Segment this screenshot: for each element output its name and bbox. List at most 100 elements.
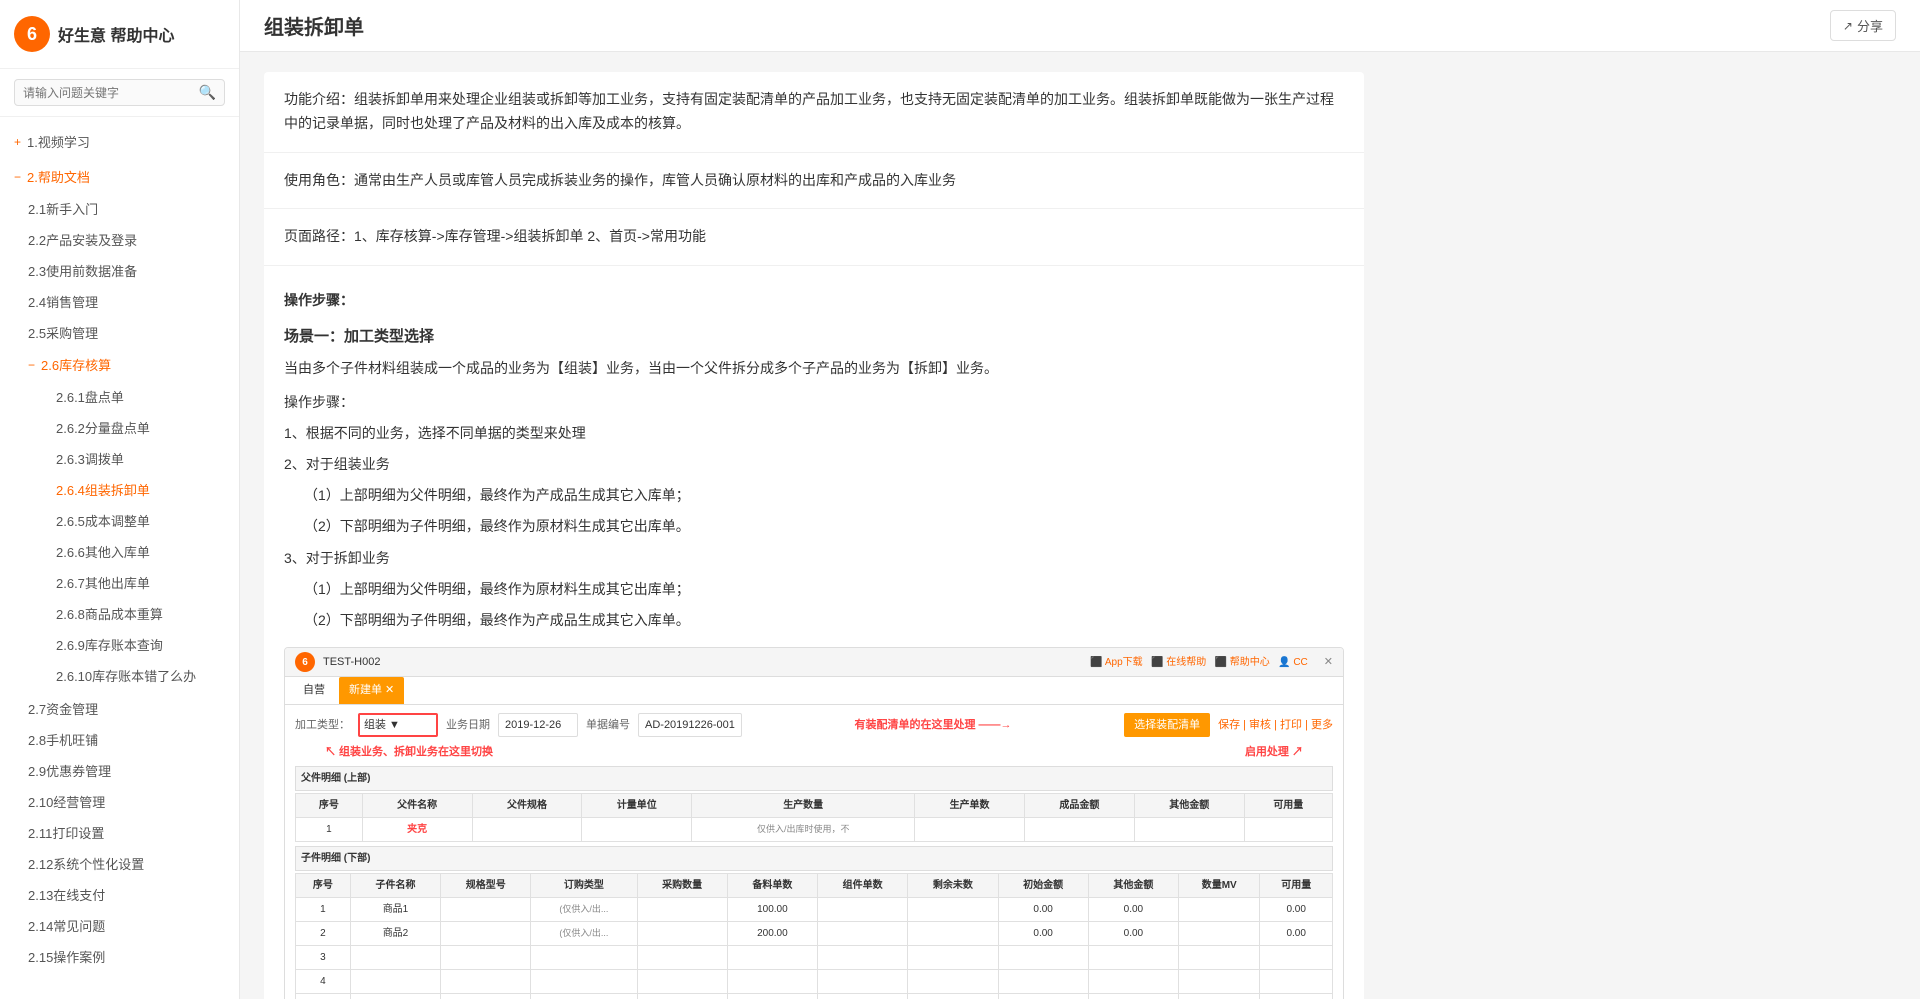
th-seq-bot: 序号 bbox=[296, 874, 351, 898]
table-row-bot-1: 1 商品1 (仅供入/出... 100.00 0.00 bbox=[296, 898, 1333, 922]
step-3-1: （1）上部明细为父件明细，最终作为原材料生成其它出库单； bbox=[284, 577, 1344, 602]
mock-bill-label: 单据编号 bbox=[586, 716, 630, 735]
sidebar-item-finance[interactable]: 2.7资金管理 bbox=[28, 693, 239, 724]
sidebar-item-coupon[interactable]: 2.9优惠券管理 bbox=[28, 755, 239, 786]
logo-area: 6 好生意 帮助中心 bbox=[0, 0, 239, 69]
steps-sub-title: 操作步骤： bbox=[284, 390, 1344, 415]
td-other-amt-1 bbox=[1134, 818, 1244, 842]
sidebar-item-video[interactable]: + 1.视频学习 bbox=[0, 125, 239, 158]
minus-icon-2-6: − bbox=[28, 358, 35, 372]
th-avail-top: 可用量 bbox=[1244, 794, 1332, 818]
mock-date-input[interactable]: 2019-12-26 bbox=[498, 713, 578, 738]
operations-title: 操作步骤： bbox=[284, 288, 1344, 313]
sidebar-item-ops[interactable]: 2.10经营管理 bbox=[28, 786, 239, 817]
search-input[interactable] bbox=[23, 86, 199, 100]
sidebar-item-mobile[interactable]: 2.8手机旺铺 bbox=[28, 724, 239, 755]
sidebar-item-install[interactable]: 2.2产品安装及登录 bbox=[28, 224, 239, 255]
sidebar-item-split-stocktake[interactable]: 2.6.2分量盘点单 bbox=[56, 412, 239, 443]
sidebar-item-cost-recalc[interactable]: 2.6.8商品成本重算 bbox=[56, 598, 239, 629]
td-parent-spec-1 bbox=[472, 818, 582, 842]
mock-tab-bar: 自营 新建单 ✕ bbox=[285, 677, 1343, 705]
sidebar-item-cases[interactable]: 2.15操作案例 bbox=[28, 941, 239, 972]
annotation-right-text: 启用处理 ↗ bbox=[1245, 743, 1333, 762]
th-spec: 规格型号 bbox=[441, 874, 531, 898]
sidebar-item-purchase[interactable]: 2.5采购管理 bbox=[28, 317, 239, 348]
step-3-2: （2）下部明细为子件明细，最终作为产成品生成其它入库单。 bbox=[284, 608, 1344, 633]
th-purch-qty: 采购数量 bbox=[637, 874, 727, 898]
th-order-type: 订购类型 bbox=[531, 874, 637, 898]
plus-icon-1: + bbox=[14, 135, 21, 149]
mock-body: 加工类型： 组装 ▼ 业务日期 2019-12-26 单据编号 AD-20191… bbox=[285, 705, 1343, 999]
th-init-amt: 初始金额 bbox=[998, 874, 1088, 898]
sidebar-item-print[interactable]: 2.11打印设置 bbox=[28, 817, 239, 848]
th-remain: 剩余未数 bbox=[908, 874, 998, 898]
th-parent-spec: 父件规格 bbox=[472, 794, 582, 818]
td-prod-amt-1 bbox=[1024, 818, 1134, 842]
page-title: 组装拆卸单 bbox=[264, 11, 364, 40]
table-row-bot-2: 2 商品2 (仅供入/出... 200.00 0.00 bbox=[296, 922, 1333, 946]
mock-type-select[interactable]: 组装 ▼ bbox=[358, 713, 438, 738]
td-avail-1 bbox=[1244, 818, 1332, 842]
nav-group-1: + 1.视频学习 bbox=[0, 125, 239, 158]
mock-select-bom-btn[interactable]: 选择装配清单 bbox=[1124, 713, 1210, 738]
sidebar-item-data-prep[interactable]: 2.3使用前数据准备 bbox=[28, 255, 239, 286]
sidebar-item-customize[interactable]: 2.12系统个性化设置 bbox=[28, 848, 239, 879]
role-section: 使用角色：通常由生产人员或库管人员完成拆装业务的操作，库管人员确认原材料的出库和… bbox=[264, 153, 1364, 210]
share-icon: ↗ bbox=[1843, 19, 1853, 33]
nav-group-2: − 2.帮助文档 2.1新手入门 2.2产品安装及登录 2.3使用前数据准备 2… bbox=[0, 160, 239, 972]
sidebar-item-stocktake[interactable]: 2.6.1盘点单 bbox=[56, 381, 239, 412]
path-text: 页面路径：1、库存核算->库存管理->组装拆卸单 2、首页->常用功能 bbox=[284, 225, 1344, 249]
step-2-1: （1）上部明细为父件明细，最终作为产成品生成其它入库单； bbox=[284, 483, 1344, 508]
sidebar-item-help-docs[interactable]: − 2.帮助文档 bbox=[0, 160, 239, 193]
sidebar-item-sales[interactable]: 2.4销售管理 bbox=[28, 286, 239, 317]
sidebar-item-newcomer[interactable]: 2.1新手入门 bbox=[28, 193, 239, 224]
role-text: 使用角色：通常由生产人员或库管人员完成拆装业务的操作，库管人员确认原材料的出库和… bbox=[284, 169, 1344, 193]
th-prod-qty: 生产数量 bbox=[692, 794, 915, 818]
sidebar-item-label-2: 2.帮助文档 bbox=[27, 167, 90, 186]
sidebar-item-online-pay[interactable]: 2.13在线支付 bbox=[28, 879, 239, 910]
operations-section: 操作步骤： 场景一：加工类型选择 当由多个子件材料组装成一个成品的业务为【组装】… bbox=[264, 266, 1364, 999]
table-row-bot-4: 4 bbox=[296, 970, 1333, 994]
screenshot-container: 6 TEST-H002 ⬛ App下载 ⬛ 在线帮助 ⬛ 帮助中心 👤 CC ✕… bbox=[284, 647, 1344, 999]
sidebar-item-faq[interactable]: 2.14常见问题 bbox=[28, 910, 239, 941]
intro-section: 功能介绍：组装拆卸单用来处理企业组装或拆卸等加工业务，支持有固定装配清单的产品加… bbox=[264, 72, 1364, 153]
mock-upper-table: 序号 父件名称 父件规格 计量单位 生产数量 生产单数 成品金额 其他金额 可用 bbox=[295, 793, 1333, 842]
sidebar-item-other-out[interactable]: 2.6.7其他出库单 bbox=[56, 567, 239, 598]
table-row-top-1: 1 夹克 仅供入/出库时使用，不 bbox=[296, 818, 1333, 842]
main-content: 组装拆卸单 ↗ 分享 功能介绍：组装拆卸单用来处理企业组装或拆卸等加工业务，支持… bbox=[240, 0, 1920, 999]
td-seq-1: 1 bbox=[296, 818, 363, 842]
sidebar-item-inv-book-error[interactable]: 2.6.10库存账本错了么办 bbox=[56, 660, 239, 691]
mock-header: 6 TEST-H002 ⬛ App下载 ⬛ 在线帮助 ⬛ 帮助中心 👤 CC ✕ bbox=[285, 648, 1343, 677]
th-unit: 计量单位 bbox=[582, 794, 692, 818]
nav-sub-list-2-6: 2.6.1盘点单 2.6.2分量盘点单 2.6.3调拨单 2.6.4组装拆卸单 … bbox=[28, 381, 239, 691]
nav-sub-list-2: 2.1新手入门 2.2产品安装及登录 2.3使用前数据准备 2.4销售管理 2.… bbox=[0, 193, 239, 972]
th-other-amt: 其他金额 bbox=[1134, 794, 1244, 818]
th-avail-bot: 可用量 bbox=[1260, 874, 1333, 898]
th-prod-bill: 生产单数 bbox=[915, 794, 1025, 818]
sidebar-item-assembly[interactable]: 2.6.4组装拆卸单 bbox=[56, 474, 239, 505]
share-button[interactable]: ↗ 分享 bbox=[1830, 10, 1896, 41]
sidebar-item-cost-adj[interactable]: 2.6.5成本调整单 bbox=[56, 505, 239, 536]
step-1: 1、根据不同的业务，选择不同单据的类型来处理 bbox=[284, 421, 1344, 446]
sidebar: 6 好生意 帮助中心 🔍 + 1.视频学习 − 2.帮助文档 2.1新手入门 2… bbox=[0, 0, 240, 999]
sidebar-item-transfer[interactable]: 2.6.3调拨单 bbox=[56, 443, 239, 474]
mock-type-label: 加工类型： bbox=[295, 716, 350, 735]
logo-icon: 6 bbox=[14, 16, 50, 52]
mock-form-row-1: 加工类型： 组装 ▼ 业务日期 2019-12-26 单据编号 AD-20191… bbox=[295, 713, 1333, 738]
step-2-2: （2）下部明细为子件明细，最终作为原材料生成其它出库单。 bbox=[284, 514, 1344, 539]
scene1-desc: 当由多个子件材料组装成一个成品的业务为【组装】业务，当由一个父件拆分成多个子产品… bbox=[284, 356, 1344, 381]
td-unit-1 bbox=[582, 818, 692, 842]
sidebar-item-inv-book[interactable]: 2.6.9库存账本查询 bbox=[56, 629, 239, 660]
search-icon[interactable]: 🔍 bbox=[199, 84, 216, 101]
sidebar-item-other-in[interactable]: 2.6.6其他入库单 bbox=[56, 536, 239, 567]
mock-bill-input[interactable]: AD-20191226-001 bbox=[638, 713, 742, 738]
logo-text: 好生意 帮助中心 bbox=[58, 22, 174, 46]
annotation-type-row: ↖ 组装业务、拆卸业务在这里切换 启用处理 ↗ bbox=[295, 743, 1333, 762]
mock-logo: 6 bbox=[295, 652, 315, 672]
mock-close-icon: ✕ bbox=[1324, 653, 1333, 672]
th-seq-top: 序号 bbox=[296, 794, 363, 818]
intro-text: 功能介绍：组装拆卸单用来处理企业组装或拆卸等加工业务，支持有固定装配清单的产品加… bbox=[284, 88, 1344, 136]
mock-tab-ziying[interactable]: 自营 bbox=[293, 677, 335, 704]
mock-tab-neworder[interactable]: 新建单 ✕ bbox=[339, 677, 404, 704]
sidebar-item-inventory[interactable]: − 2.6库存核算 bbox=[28, 348, 239, 381]
